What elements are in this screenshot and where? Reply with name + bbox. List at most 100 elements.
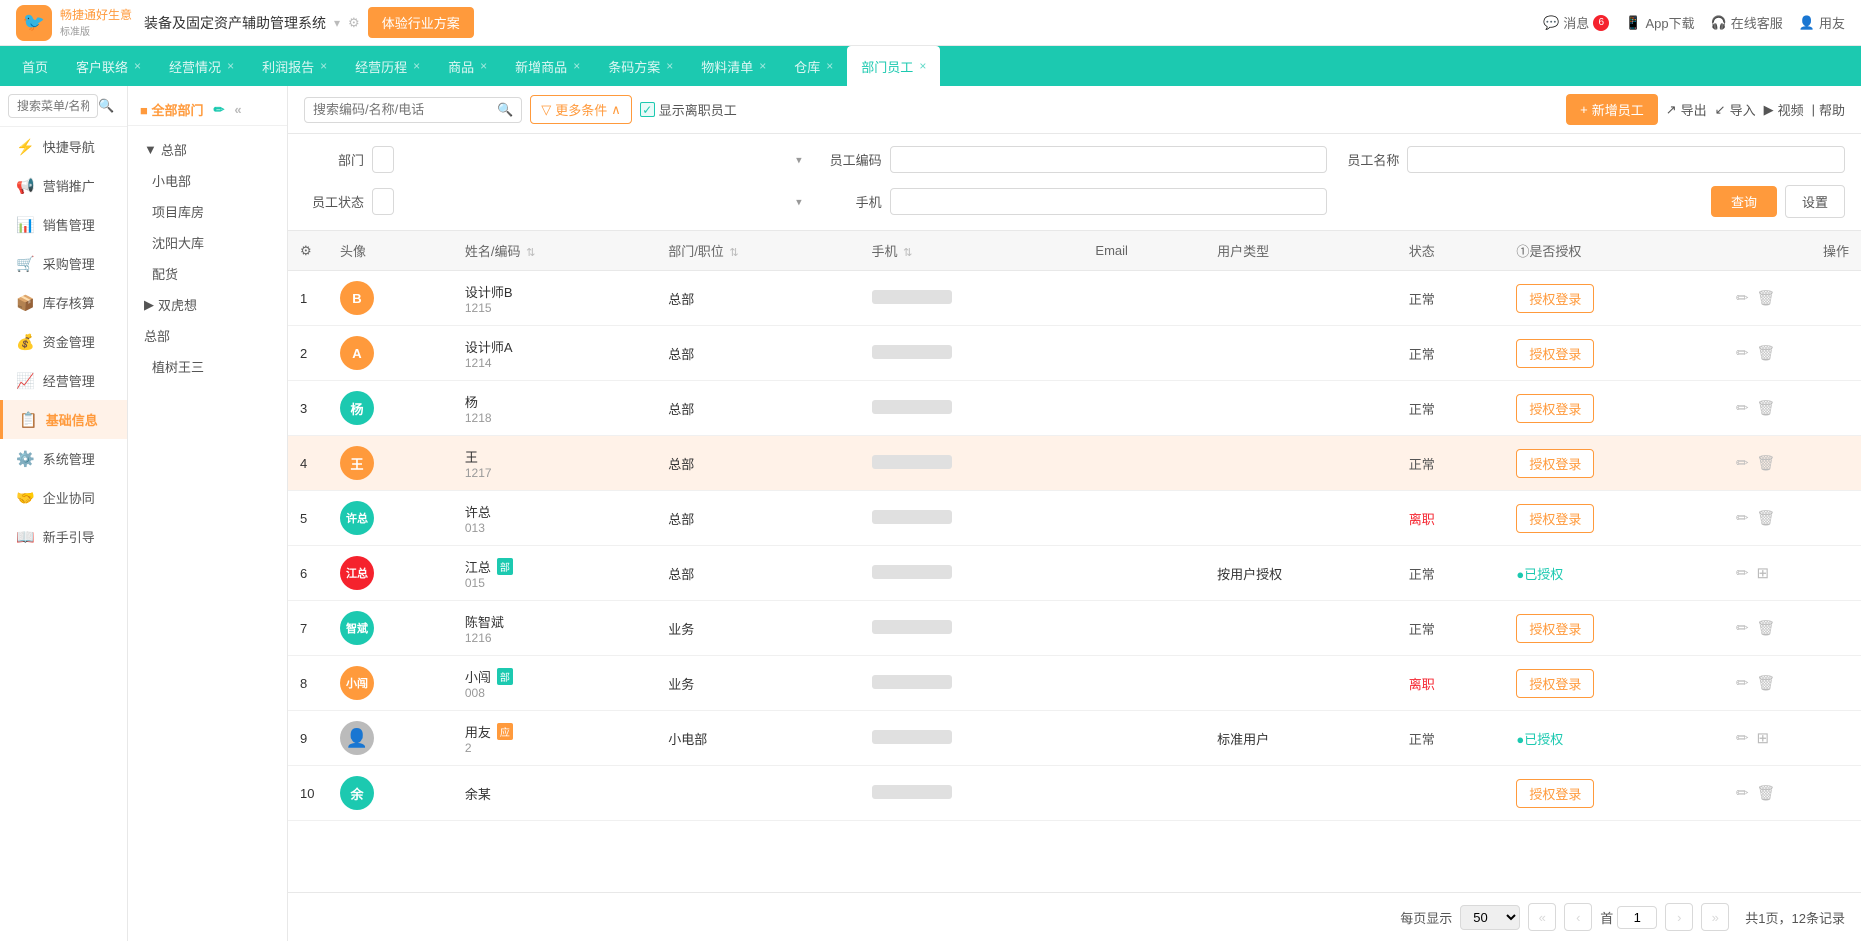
sidebar-search-input[interactable] (8, 94, 98, 118)
page-number-input[interactable] (1617, 906, 1657, 929)
user-area[interactable]: 👤 用友 (1799, 13, 1845, 32)
auth-login-btn[interactable]: 授权登录 (1516, 339, 1594, 368)
dept-tree-item-head[interactable]: ▼ 总部 (128, 134, 287, 165)
sidebar-item-marketing[interactable]: 📢 营销推广 (0, 166, 127, 205)
dept-collapse-icon[interactable]: « (234, 102, 241, 117)
delete-icon[interactable]: 🗑 (1757, 344, 1776, 362)
edit-icon[interactable]: ✏ (1736, 564, 1749, 582)
delete-icon[interactable]: 🗑 (1757, 674, 1776, 692)
more-filter-btn[interactable]: ▽ 更多条件 ∧ (530, 95, 632, 124)
settings-icon[interactable]: ⚙ (348, 15, 360, 31)
auth-login-btn[interactable]: 授权登录 (1516, 284, 1594, 313)
trial-button[interactable]: 体验行业方案 (368, 7, 474, 38)
close-tab-profit[interactable]: × (320, 59, 327, 73)
sidebar-item-nav[interactable]: ⚡ 快捷导航 (0, 127, 127, 166)
tab-customer[interactable]: 客户联络 × (62, 46, 155, 86)
dept-tree-item-shuanghx[interactable]: ▶ 双虎想 (128, 289, 287, 320)
sidebar-item-purchase[interactable]: 🛒 采购管理 (0, 244, 127, 283)
dept-tree-item-zongbu[interactable]: 总部 (128, 320, 287, 351)
auth-login-btn[interactable]: 授权登录 (1516, 449, 1594, 478)
sidebar-search-icon[interactable]: 🔍 (98, 98, 114, 114)
close-tab-customer[interactable]: × (134, 59, 141, 73)
edit-icon[interactable]: ✏ (1736, 509, 1749, 527)
add-employee-btn[interactable]: + 新增员工 (1566, 94, 1658, 125)
online-service-btn[interactable]: 🎧 在线客服 (1711, 13, 1783, 32)
tab-operation[interactable]: 经营情况 × (155, 46, 248, 86)
tab-goods[interactable]: 商品 × (434, 46, 501, 86)
auth-login-btn[interactable]: 授权登录 (1516, 394, 1594, 423)
close-tab-dept[interactable]: × (919, 59, 926, 73)
dept-edit-icon[interactable]: ✏ (213, 102, 224, 118)
delete-icon[interactable]: 🗑 (1757, 509, 1776, 527)
tab-warehouse[interactable]: 仓库 × (780, 46, 847, 86)
sidebar-item-collab[interactable]: 🤝 企业协同 (0, 478, 127, 517)
search-input[interactable] (313, 102, 493, 117)
sidebar-item-guide[interactable]: 📖 新手引导 (0, 517, 127, 556)
tab-barcode[interactable]: 条码方案 × (594, 46, 687, 86)
auth-login-btn[interactable]: 授权登录 (1516, 779, 1594, 808)
auth-login-btn[interactable]: 授权登录 (1516, 504, 1594, 533)
edit-icon[interactable]: ✏ (1736, 399, 1749, 417)
close-tab-warehouse[interactable]: × (826, 59, 833, 73)
message-btn[interactable]: 💬 消息 6 (1543, 13, 1609, 32)
close-tab-goods[interactable]: × (480, 59, 487, 73)
dept-select[interactable] (372, 146, 394, 173)
dept-tree-item-peihuo[interactable]: 配货 (128, 258, 287, 289)
dept-tree-item-shenyang[interactable]: 沈阳大库 (128, 227, 287, 258)
sidebar-item-mgmt[interactable]: 📈 经营管理 (0, 361, 127, 400)
tab-new-goods[interactable]: 新增商品 × (501, 46, 594, 86)
reset-btn[interactable]: 设置 (1785, 185, 1845, 218)
video-btn[interactable]: ▶ 视频 (1764, 100, 1804, 119)
auth-login-btn[interactable]: 授权登录 (1516, 669, 1594, 698)
col-phone[interactable]: 手机 ⇅ (860, 231, 1084, 271)
delete-icon[interactable]: 🗑 (1757, 289, 1776, 307)
sidebar-item-inventory[interactable]: 📦 库存核算 (0, 283, 127, 322)
next-page-btn[interactable]: › (1665, 903, 1693, 931)
copy-icon[interactable]: ⊞ (1757, 564, 1770, 582)
delete-icon[interactable]: 🗑 (1757, 784, 1776, 802)
dept-tree-item-zhishu[interactable]: 植树王三 (128, 351, 287, 382)
status-select[interactable] (372, 188, 394, 215)
copy-icon[interactable]: ⊞ (1757, 729, 1770, 747)
search-btn[interactable]: 查询 (1711, 186, 1777, 217)
col-dept[interactable]: 部门/职位 ⇅ (656, 231, 859, 271)
col-settings[interactable]: ⚙ (288, 231, 328, 271)
sidebar-item-basic[interactable]: 📋 基础信息 (0, 400, 127, 439)
tab-home[interactable]: 首页 (8, 46, 62, 86)
edit-icon[interactable]: ✏ (1736, 289, 1749, 307)
sidebar-item-sales[interactable]: 📊 销售管理 (0, 205, 127, 244)
edit-icon[interactable]: ✏ (1736, 784, 1749, 802)
last-page-btn[interactable]: » (1701, 903, 1729, 931)
help-btn[interactable]: | 帮助 (1812, 100, 1845, 119)
auth-login-btn[interactable]: 授权登录 (1516, 614, 1594, 643)
close-tab-journey[interactable]: × (413, 59, 420, 73)
prev-page-btn[interactable]: ‹ (1564, 903, 1592, 931)
edit-icon[interactable]: ✏ (1736, 619, 1749, 637)
search-icon[interactable]: 🔍 (497, 102, 513, 118)
delete-icon[interactable]: 🗑 (1757, 399, 1776, 417)
col-name[interactable]: 姓名/编码 ⇅ (453, 231, 656, 271)
edit-icon[interactable]: ✏ (1736, 674, 1749, 692)
close-tab-new-goods[interactable]: × (573, 59, 580, 73)
phone-filter-input[interactable] (890, 188, 1328, 215)
edit-icon[interactable]: ✏ (1736, 454, 1749, 472)
app-download-btn[interactable]: 📱 App下载 (1625, 13, 1694, 32)
dept-tree-item-xiaodian[interactable]: 小电部 (128, 165, 287, 196)
tab-profit[interactable]: 利润报告 × (248, 46, 341, 86)
close-tab-barcode[interactable]: × (666, 59, 673, 73)
name-filter-input[interactable] (1407, 146, 1845, 173)
dept-tree-item-project[interactable]: 项目库房 (128, 196, 287, 227)
delete-icon[interactable]: 🗑 (1757, 619, 1776, 637)
first-page-btn[interactable]: « (1528, 903, 1556, 931)
export-btn[interactable]: ↗ 导出 (1666, 100, 1707, 119)
edit-icon[interactable]: ✏ (1736, 729, 1749, 747)
delete-icon[interactable]: 🗑 (1757, 454, 1776, 472)
tab-journey[interactable]: 经营历程 × (341, 46, 434, 86)
show-resigned-checkbox[interactable]: ✓ (640, 102, 655, 117)
show-resigned-toggle[interactable]: ✓ 显示离职员工 (640, 100, 737, 119)
code-filter-input[interactable] (890, 146, 1328, 173)
edit-icon[interactable]: ✏ (1736, 344, 1749, 362)
sidebar-item-finance[interactable]: 💰 资金管理 (0, 322, 127, 361)
page-size-select[interactable]: 50 100 200 (1460, 905, 1520, 930)
tab-department[interactable]: 部门员工 × (847, 46, 940, 86)
